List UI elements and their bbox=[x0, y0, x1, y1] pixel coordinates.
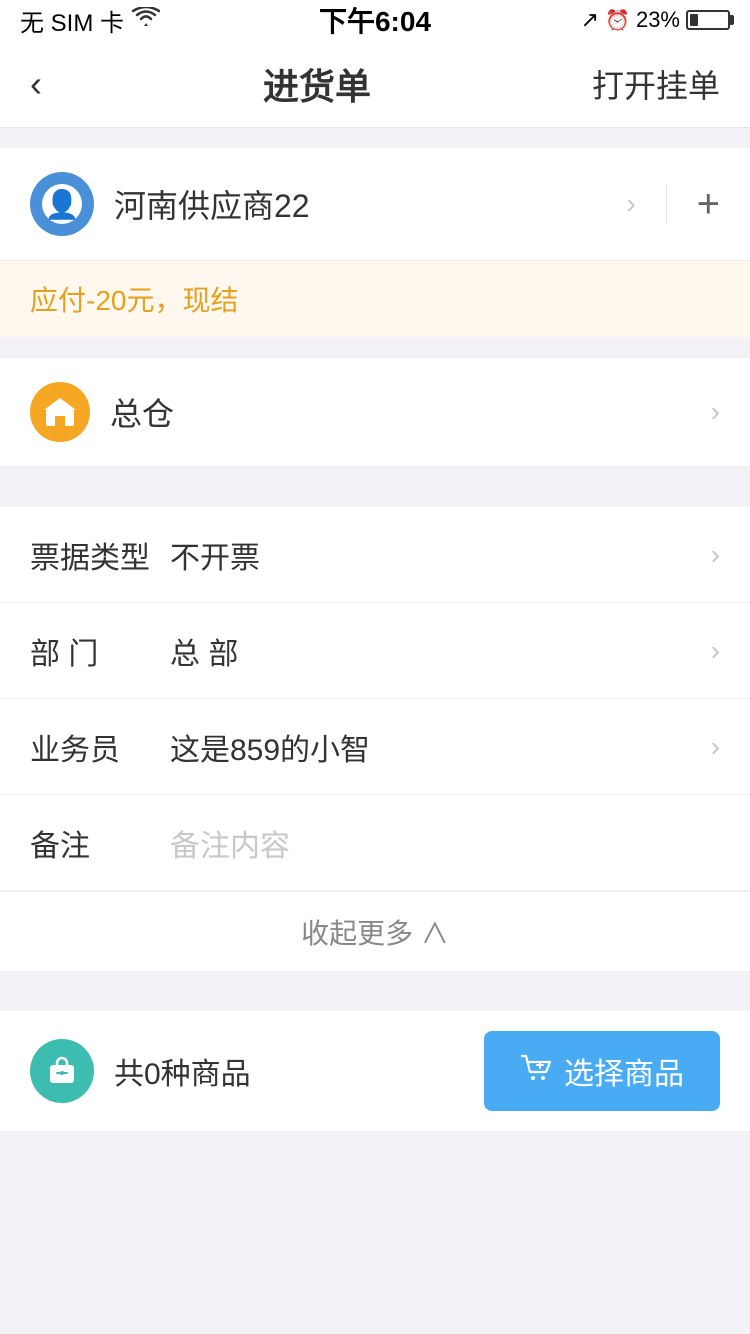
add-supplier-button[interactable]: + bbox=[697, 182, 720, 227]
collapse-label: 收起更多 ∧ bbox=[301, 912, 449, 952]
page-title: 进货单 bbox=[263, 58, 371, 110]
remark-row[interactable]: 备注 备注内容 bbox=[0, 795, 750, 891]
invoice-type-label: 票据类型 bbox=[30, 533, 150, 577]
warehouse-row[interactable]: 总仓 › bbox=[0, 357, 750, 467]
status-bar: 无 SIM 卡 下午6:04 ↗ ⏰ 23% bbox=[0, 0, 750, 40]
notice-bar: 应付-20元，现结 bbox=[0, 261, 750, 337]
notice-text: 应付-20元，现结 bbox=[30, 285, 238, 316]
department-chevron-icon[interactable]: › bbox=[711, 635, 720, 667]
product-count-text: 共0种商品 bbox=[114, 1049, 484, 1093]
divider-1 bbox=[0, 128, 750, 148]
department-value: 总 部 bbox=[150, 629, 711, 673]
vertical-divider bbox=[666, 184, 667, 224]
battery-icon bbox=[686, 10, 730, 30]
invoice-type-row[interactable]: 票据类型 不开票 › bbox=[0, 507, 750, 603]
bottom-bar: 共0种商品 选择商品 bbox=[0, 1011, 750, 1131]
cart-icon bbox=[520, 1054, 552, 1089]
person-icon: 👤 bbox=[45, 188, 80, 221]
remark-label: 备注 bbox=[30, 821, 150, 865]
wifi-icon bbox=[132, 6, 160, 34]
collapse-more-button[interactable]: 收起更多 ∧ bbox=[0, 891, 750, 971]
status-time: 下午6:04 bbox=[319, 0, 431, 40]
select-product-button[interactable]: 选择商品 bbox=[484, 1031, 720, 1111]
back-button[interactable]: ‹ bbox=[30, 63, 42, 105]
warehouse-icon bbox=[30, 382, 90, 442]
form-section: 票据类型 不开票 › 部 门 总 部 › 业务员 这是859的小智 › 备注 备… bbox=[0, 507, 750, 971]
department-row[interactable]: 部 门 总 部 › bbox=[0, 603, 750, 699]
salesman-row[interactable]: 业务员 这是859的小智 › bbox=[0, 699, 750, 795]
open-pending-button[interactable]: 打开挂单 bbox=[592, 61, 720, 107]
supplier-chevron-icon[interactable]: › bbox=[626, 188, 635, 220]
salesman-label: 业务员 bbox=[30, 725, 150, 769]
select-product-label: 选择商品 bbox=[564, 1049, 684, 1093]
supplier-actions: › + bbox=[626, 182, 720, 227]
invoice-type-chevron-icon[interactable]: › bbox=[711, 539, 720, 571]
carrier-text: 无 SIM 卡 bbox=[20, 3, 124, 38]
department-label: 部 门 bbox=[30, 629, 150, 673]
supplier-avatar: 👤 bbox=[30, 172, 94, 236]
product-bag-icon bbox=[30, 1039, 94, 1103]
battery-pct: 23% bbox=[636, 7, 680, 33]
nav-bar: ‹ 进货单 打开挂单 bbox=[0, 40, 750, 128]
location-icon: ↗ bbox=[581, 7, 599, 33]
salesman-chevron-icon[interactable]: › bbox=[711, 731, 720, 763]
warehouse-chevron-icon[interactable]: › bbox=[711, 396, 720, 428]
salesman-value: 这是859的小智 bbox=[150, 725, 711, 769]
remark-placeholder[interactable]: 备注内容 bbox=[150, 821, 720, 865]
divider-3 bbox=[0, 467, 750, 487]
alarm-icon: ⏰ bbox=[605, 8, 630, 33]
status-right: ↗ ⏰ 23% bbox=[581, 7, 730, 33]
divider-4 bbox=[0, 971, 750, 991]
supplier-row[interactable]: 👤 河南供应商22 › + bbox=[0, 148, 750, 261]
supplier-section: 👤 河南供应商22 › + 应付-20元，现结 bbox=[0, 148, 750, 337]
warehouse-name: 总仓 bbox=[110, 389, 711, 435]
divider-2 bbox=[0, 337, 750, 357]
invoice-type-value: 不开票 bbox=[150, 533, 711, 577]
supplier-name: 河南供应商22 bbox=[114, 181, 626, 227]
warehouse-section: 总仓 › bbox=[0, 357, 750, 467]
status-carrier: 无 SIM 卡 bbox=[20, 3, 160, 38]
